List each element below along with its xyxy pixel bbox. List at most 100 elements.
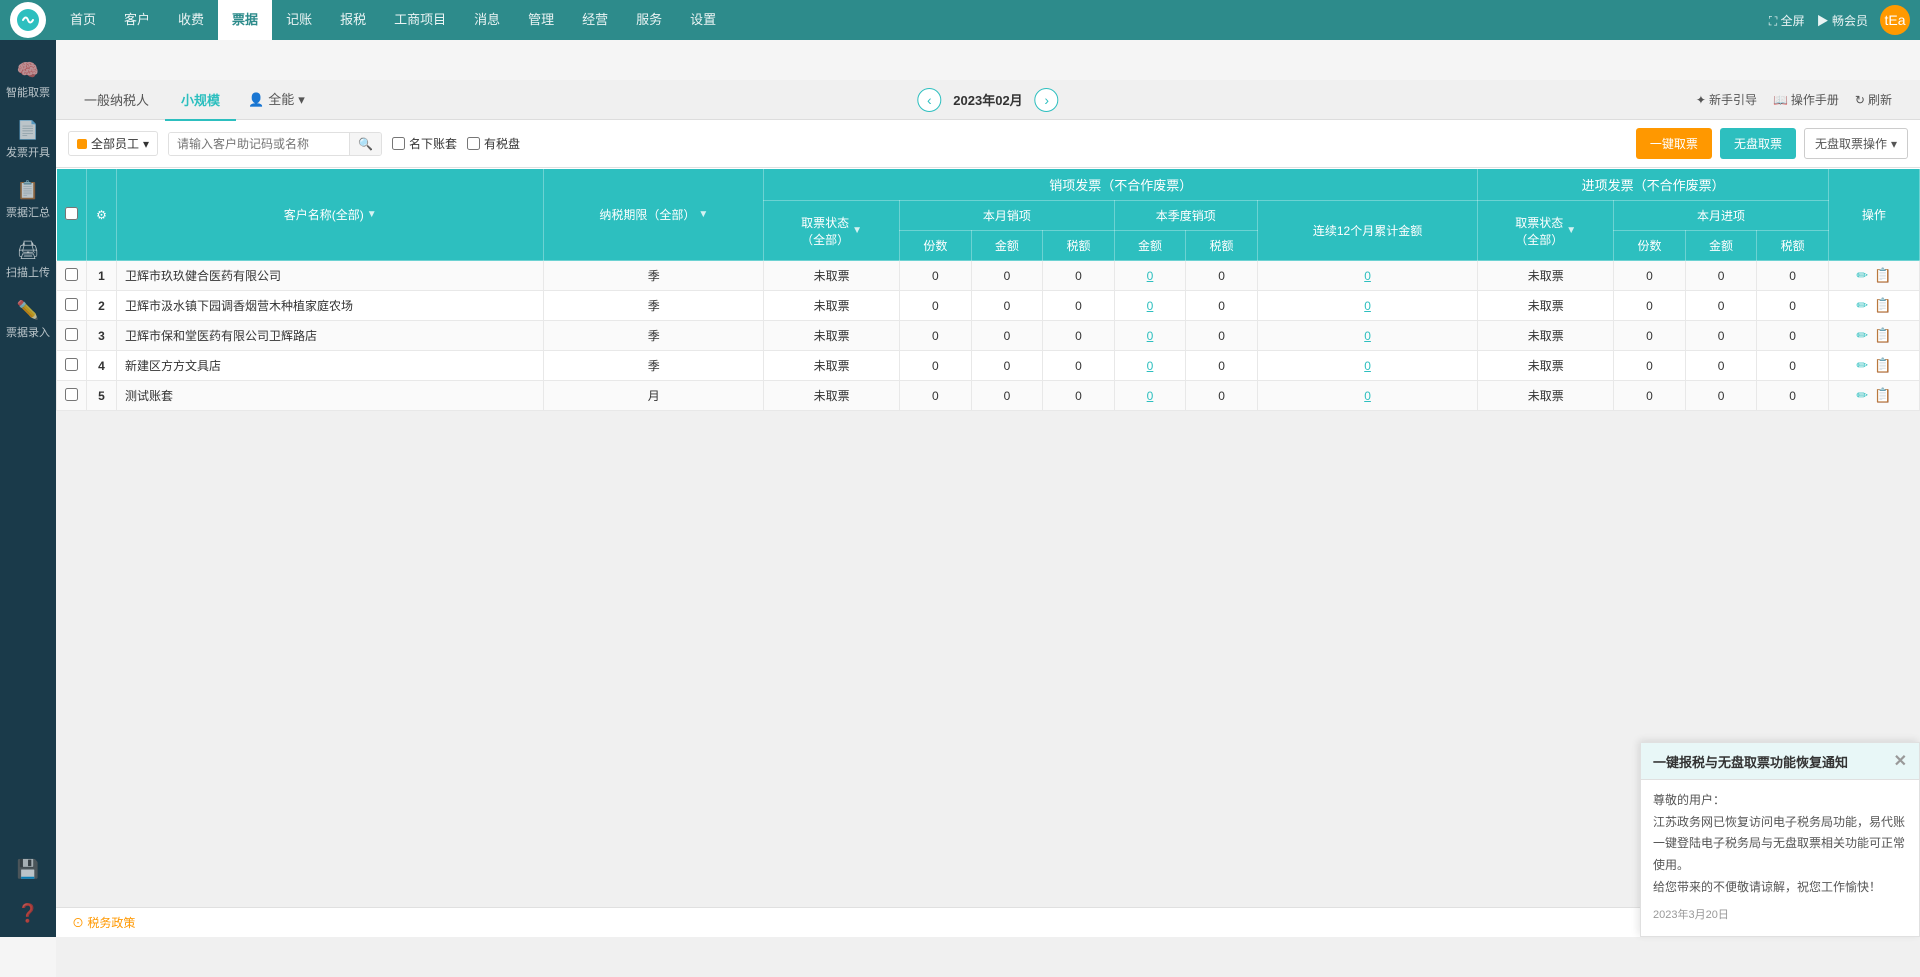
table-row: 4 新建区方方文具店 季 未取票 0 0 0 0 0 0 未取票 0 0 0 ✏… [57,351,1920,381]
row-checkbox[interactable] [65,328,78,341]
notification-close-btn[interactable]: ✕ [1894,751,1907,771]
edit-action-icon[interactable]: ✏ [1856,357,1868,374]
nav-right-area: ⛶ 全屏 ▶ 畅会员 tEa [1769,5,1910,35]
search-input[interactable] [169,133,349,155]
sidebar-item-invoice-issue[interactable]: 📄 发票开具 [0,110,56,170]
row-purchase-month-tax: 0 [1757,351,1829,381]
sidebar-item-help[interactable]: ❓ [0,893,56,937]
nav-business[interactable]: 工商项目 [380,0,460,40]
nav-customer[interactable]: 客户 [110,0,164,40]
no-disk-ops-btn[interactable]: 无盘取票操作 ▾ [1804,128,1908,159]
table-body: 1 卫辉市玖玖健合医药有限公司 季 未取票 0 0 0 0 0 0 未取票 0 … [57,261,1920,411]
nav-settings[interactable]: 设置 [676,0,730,40]
row-actions: ✏ 📋 [1828,261,1919,291]
notification-date: 2023年3月20日 [1653,906,1907,926]
prev-period-btn[interactable]: ‹ [917,88,941,112]
nav-message[interactable]: 消息 [460,0,514,40]
nav-billing[interactable]: 收费 [164,0,218,40]
sidebar-label-smart: 智能取票 [6,84,50,100]
account-filter-checkbox[interactable]: 名下账套 [392,135,457,152]
notification-body: 尊敬的用户： 江苏政务网已恢复访问电子税务局功能，易代账一键登陆电子税务局与无盘… [1641,780,1919,936]
select-all-checkbox[interactable] [65,207,78,220]
edit-action-icon[interactable]: ✏ [1856,327,1868,344]
edit-action-icon[interactable]: ✏ [1856,297,1868,314]
refresh-btn[interactable]: ↻ 刷新 [1855,91,1892,108]
search-button[interactable]: 🔍 [349,133,381,155]
customer-filter-icon[interactable]: ▼ [367,209,377,220]
purchase-status-filter-icon[interactable]: ▼ [1566,225,1576,236]
fullscreen-btn[interactable]: ⛶ 全屏 [1769,12,1805,29]
tax-disk-filter-checkbox[interactable]: 有税盘 [467,135,520,152]
th-purchase-status: 取票状态（全部） ▼ [1478,201,1614,261]
row-purchase-month-amount: 0 [1685,381,1757,411]
invoice-entry-icon: ✏️ [17,300,39,321]
row-period: 月 [544,381,764,411]
no-disk-ticket-btn[interactable]: 无盘取票 [1720,128,1796,159]
row-purchase-status: 未取票 [1478,291,1614,321]
tab-full[interactable]: 👤 全能 ▾ [236,80,317,120]
detail-action-icon[interactable]: 📋 [1874,357,1891,374]
filter-dot [77,139,87,149]
nav-invoice[interactable]: 票据 [218,0,272,40]
row-sales-quarter-tax: 0 [1186,261,1258,291]
row-purchase-month-count: 0 [1614,321,1686,351]
new-guide-btn[interactable]: ✦ 新手引导 [1696,91,1757,108]
sidebar-item-invoice-summary[interactable]: 📋 票据汇总 [0,170,56,230]
tax-policy-link[interactable]: ⊙ 税务政策 [72,916,135,930]
row-checkbox[interactable] [65,298,78,311]
nav-manage[interactable]: 管理 [514,0,568,40]
sales-status-filter-icon[interactable]: ▼ [852,225,862,236]
settings-icon[interactable]: ⚙ [96,208,107,222]
notification-header: 一键报税与无盘取票功能恢复通知 ✕ [1641,743,1919,780]
period-filter-icon[interactable]: ▼ [698,209,708,220]
next-period-btn[interactable]: › [1035,88,1059,112]
edit-action-icon[interactable]: ✏ [1856,267,1868,284]
edit-action-icon[interactable]: ✏ [1856,387,1868,404]
table-row: 5 测试账套 月 未取票 0 0 0 0 0 0 未取票 0 0 0 ✏ 📋 [57,381,1920,411]
member-btn[interactable]: ▶ 畅会员 [1817,12,1868,29]
sidebar-item-invoice-entry[interactable]: ✏️ 票据录入 [0,290,56,350]
nav-home[interactable]: 首页 [56,0,110,40]
sidebar-item-download[interactable]: 💾 [0,849,56,893]
nav-accounting[interactable]: 记账 [272,0,326,40]
tab-small-scale[interactable]: 小规模 [165,81,236,121]
row-sales-quarter-tax: 0 [1186,291,1258,321]
row-purchase-month-amount: 0 [1685,291,1757,321]
sidebar-bottom: 💾 ❓ [0,849,56,937]
detail-action-icon[interactable]: 📋 [1874,387,1891,404]
sidebar-item-scan-upload[interactable]: 🖨 扫描上传 [0,230,56,290]
taxdisk-checkbox-input[interactable] [467,137,480,150]
nav-tax[interactable]: 报税 [326,0,380,40]
scan-upload-icon: 🖨 [17,240,40,261]
employee-filter[interactable]: 全部员工 ▾ [68,131,158,156]
row-customer: 卫辉市保和堂医药有限公司卫辉路店 [117,321,544,351]
detail-action-icon[interactable]: 📋 [1874,267,1891,284]
row-sales-quarter-tax: 0 [1186,381,1258,411]
nav-operation[interactable]: 经营 [568,0,622,40]
row-purchase-month-tax: 0 [1757,381,1829,411]
th-sales-month-tax: 税额 [1043,231,1115,261]
row-sales-month-tax: 0 [1043,381,1115,411]
one-click-ticket-btn[interactable]: 一键取票 [1636,128,1712,159]
sidebar-item-smart-ticket[interactable]: 🧠 智能取票 [0,50,56,110]
row-purchase-month-count: 0 [1614,351,1686,381]
row-checkbox[interactable] [65,358,78,371]
th-sales-month-count: 份数 [900,231,972,261]
row-customer: 卫辉市玖玖健合医药有限公司 [117,261,544,291]
manual-btn[interactable]: 📖 操作手册 [1773,91,1839,108]
notification-body-scroll[interactable]: 尊敬的用户： 江苏政务网已恢复访问电子税务局功能，易代账一键登陆电子税务局与无盘… [1641,780,1919,936]
main-table: ⚙ 客户名称(全部) ▼ 纳税期限（全部） ▼ 销项发 [56,168,1920,411]
row-customer: 测试账套 [117,381,544,411]
detail-action-icon[interactable]: 📋 [1874,297,1891,314]
account-checkbox-input[interactable] [392,137,405,150]
row-checkbox[interactable] [65,388,78,401]
row-purchase-status: 未取票 [1478,381,1614,411]
toolbar: 全部员工 ▾ 🔍 名下账套 有税盘 一键取票 无盘取票 无盘取票操作 ▾ [56,120,1920,168]
detail-action-icon[interactable]: 📋 [1874,327,1891,344]
tab-general-taxpayer[interactable]: 一般纳税人 [68,81,165,121]
user-avatar[interactable]: tEa [1880,5,1910,35]
row-checkbox[interactable] [65,268,78,281]
nav-service[interactable]: 服务 [622,0,676,40]
top-navigation: 首页 客户 收费 票据 记账 报税 工商项目 消息 管理 经营 服务 设置 ⛶ … [0,0,1920,40]
row-sales-status: 未取票 [764,291,900,321]
